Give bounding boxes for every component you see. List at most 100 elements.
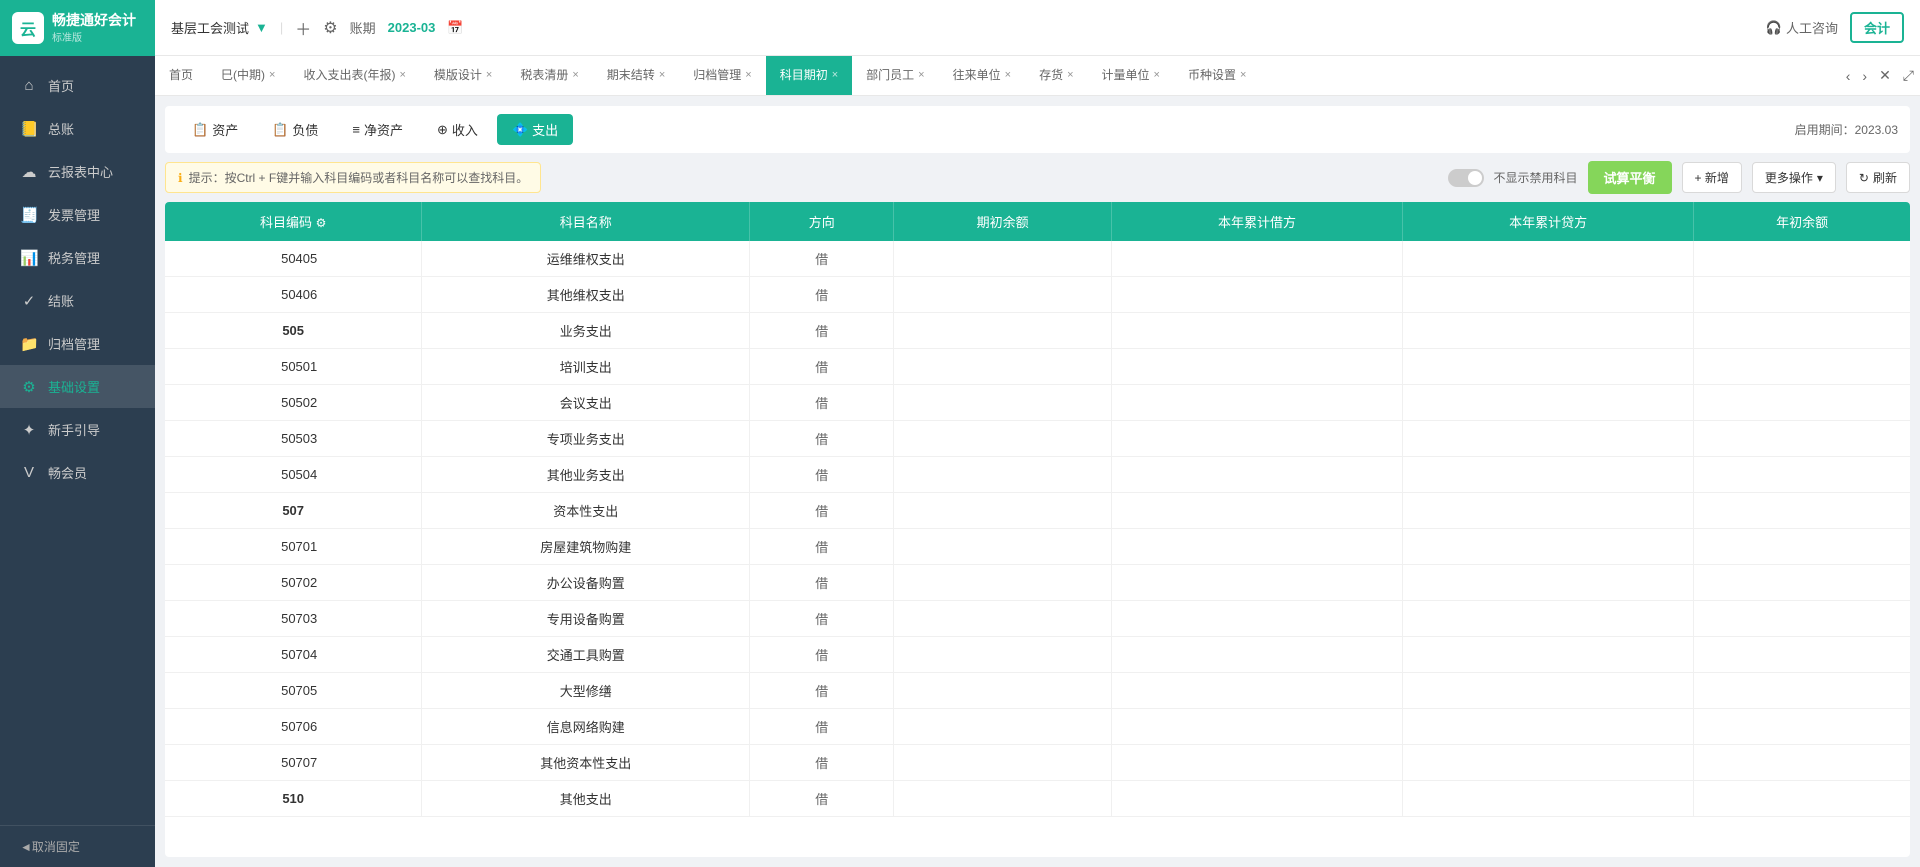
subtab-收入[interactable]: ⊕收入 (422, 114, 493, 145)
cell-2 (1403, 241, 1694, 277)
refresh-button[interactable]: ↻ 刷新 (1846, 162, 1910, 193)
tab-币种设置[interactable]: 币种设置 × (1174, 56, 1260, 95)
cell-direction: 借 (750, 493, 894, 529)
headset-icon: 🎧 (1766, 20, 1782, 36)
cell-3 (1694, 421, 1910, 457)
tab-next-icon[interactable]: › (1856, 60, 1873, 92)
page-area: 📋资产📋负债≡净资产⊕收入💠支出 启用期间：2023.03 ℹ 提示：按Ctrl… (155, 96, 1920, 867)
cell-direction: 借 (750, 673, 894, 709)
cell-2 (1403, 421, 1694, 457)
subtab-负债[interactable]: 📋负债 (257, 114, 333, 145)
sidebar-item-畅会员[interactable]: V畅会员 (0, 451, 155, 494)
cell-2 (1403, 277, 1694, 313)
add-button[interactable]: + 新增 (1682, 162, 1742, 193)
add-tab-button[interactable]: ＋ (295, 16, 311, 40)
tab-存货[interactable]: 存货 × (1025, 56, 1087, 95)
tab-收入支出表(年报)[interactable]: 收入支出表(年报) × (289, 56, 419, 95)
table-row: 50501培训支出借 (165, 349, 1910, 385)
subtab-icon: 💠 (512, 122, 528, 138)
cell-name: 其他维权支出 (422, 277, 750, 313)
sidebar-item-归档管理[interactable]: 📁归档管理 (0, 322, 155, 365)
nav-label: 首页 (48, 76, 74, 95)
calendar-icon[interactable]: 📅 (447, 20, 463, 36)
tab-巳(中期)[interactable]: 巳(中期) × (207, 56, 289, 95)
cell-0 (894, 277, 1112, 313)
tab-close-icon[interactable]: × (486, 69, 492, 81)
cell-code: 50502 (165, 385, 422, 421)
sidebar-item-税务管理[interactable]: 📊税务管理 (0, 236, 155, 279)
sidebar-item-基础设置[interactable]: ⚙基础设置 (0, 365, 155, 408)
sidebar-item-发票管理[interactable]: 🧾发票管理 (0, 193, 155, 236)
subtab-净资产[interactable]: ≡净资产 (337, 114, 418, 145)
close-all-tabs-icon[interactable]: ✕ (1873, 59, 1897, 92)
tab-prev-icon[interactable]: ‹ (1840, 60, 1857, 92)
help-button[interactable]: 🎧 人工咨询 (1766, 18, 1838, 37)
app-edition: 标准版 (52, 29, 136, 44)
pin-label: ◄取消固定 (20, 838, 80, 855)
tab-close-icon[interactable]: × (745, 69, 751, 81)
tab-往来单位[interactable]: 往来单位 × (939, 56, 1025, 95)
subtab-icon: ⊕ (437, 122, 448, 138)
cell-code: 50703 (165, 601, 422, 637)
tab-归档管理[interactable]: 归档管理 × (679, 56, 765, 95)
subtab-资产[interactable]: 📋资产 (177, 114, 253, 145)
tab-税表清册[interactable]: 税表清册 × (506, 56, 592, 95)
nav-icon: 📒 (20, 120, 38, 138)
settings-icon[interactable]: ⚙ (323, 18, 337, 38)
nav-label: 新手引导 (48, 420, 100, 439)
tab-close-icon[interactable]: × (659, 69, 665, 81)
tab-close-icon[interactable]: × (1240, 69, 1246, 81)
refresh-icon: ↻ (1859, 171, 1869, 185)
cell-direction: 借 (750, 781, 894, 817)
sidebar-item-首页[interactable]: ⌂首页 (0, 64, 155, 107)
action-bar: ℹ 提示：按Ctrl + F键并输入科目编码或者科目名称可以查找科目。 不显示禁… (165, 161, 1910, 194)
table-row: 50405运维维权支出借 (165, 241, 1910, 277)
sidebar-item-总账[interactable]: 📒总账 (0, 107, 155, 150)
sidebar-item-云报表中心[interactable]: ☁云报表中心 (0, 150, 155, 193)
accounts-table: 科目编码 ⚙科目名称方向期初余额本年累计借方本年累计贷方年初余额 50405运维… (165, 202, 1910, 817)
tab-label: 计量单位 (1102, 66, 1150, 83)
nav-icon: V (20, 464, 38, 481)
subtab-icon: 📋 (192, 122, 208, 138)
cell-3 (1694, 457, 1910, 493)
tab-计量单位[interactable]: 计量单位 × (1088, 56, 1174, 95)
tab-close-icon[interactable]: × (399, 69, 405, 81)
sidebar-pin-toggle[interactable]: ◄取消固定 (0, 825, 155, 867)
expand-icon[interactable]: ⤢ (1897, 59, 1920, 92)
cell-code: 505 (165, 313, 422, 349)
subtab-支出[interactable]: 💠支出 (497, 114, 573, 145)
logo-text-block: 畅捷通好会计 标准版 (52, 12, 136, 44)
tab-首页[interactable]: 首页 (155, 56, 207, 95)
cell-name: 其他支出 (422, 781, 750, 817)
tab-科目期初[interactable]: 科目期初 × (766, 56, 852, 95)
cell-direction: 借 (750, 637, 894, 673)
tab-close-icon[interactable]: × (269, 69, 275, 81)
table-row: 50703专用设备购置借 (165, 601, 1910, 637)
tab-close-icon[interactable]: × (918, 69, 924, 81)
tab-期末结转[interactable]: 期末结转 × (593, 56, 679, 95)
sidebar-item-结账[interactable]: ✓结账 (0, 279, 155, 322)
tab-close-icon[interactable]: × (1005, 69, 1011, 81)
tab-close-icon[interactable]: × (1067, 69, 1073, 81)
tab-模版设计[interactable]: 模版设计 × (420, 56, 506, 95)
more-actions-button[interactable]: 更多操作 ▾ (1752, 162, 1836, 193)
tab-close-icon[interactable]: × (572, 69, 578, 81)
calc-balance-button[interactable]: 试算平衡 (1588, 161, 1672, 194)
cell-0 (894, 493, 1112, 529)
logo-area: 云 畅捷通好会计 标准版 (0, 0, 155, 56)
cell-name: 其他资本性支出 (422, 745, 750, 781)
col-header-0: 科目编码 ⚙ (165, 202, 422, 241)
cell-name: 运维维权支出 (422, 241, 750, 277)
tab-部门员工[interactable]: 部门员工 × (852, 56, 938, 95)
tab-close-icon[interactable]: × (1154, 69, 1160, 81)
tab-close-icon[interactable]: × (832, 69, 838, 81)
tab-label: 巳(中期) (221, 66, 265, 83)
company-selector[interactable]: 基层工会测试 ▼ (171, 18, 268, 37)
cell-3 (1694, 313, 1910, 349)
col-settings-icon[interactable]: ⚙ (316, 216, 327, 230)
account-button[interactable]: 会计 (1850, 12, 1904, 43)
nav-label: 基础设置 (48, 377, 100, 396)
cell-2 (1403, 493, 1694, 529)
sidebar-item-新手引导[interactable]: ✦新手引导 (0, 408, 155, 451)
disable-toggle[interactable] (1448, 169, 1484, 187)
